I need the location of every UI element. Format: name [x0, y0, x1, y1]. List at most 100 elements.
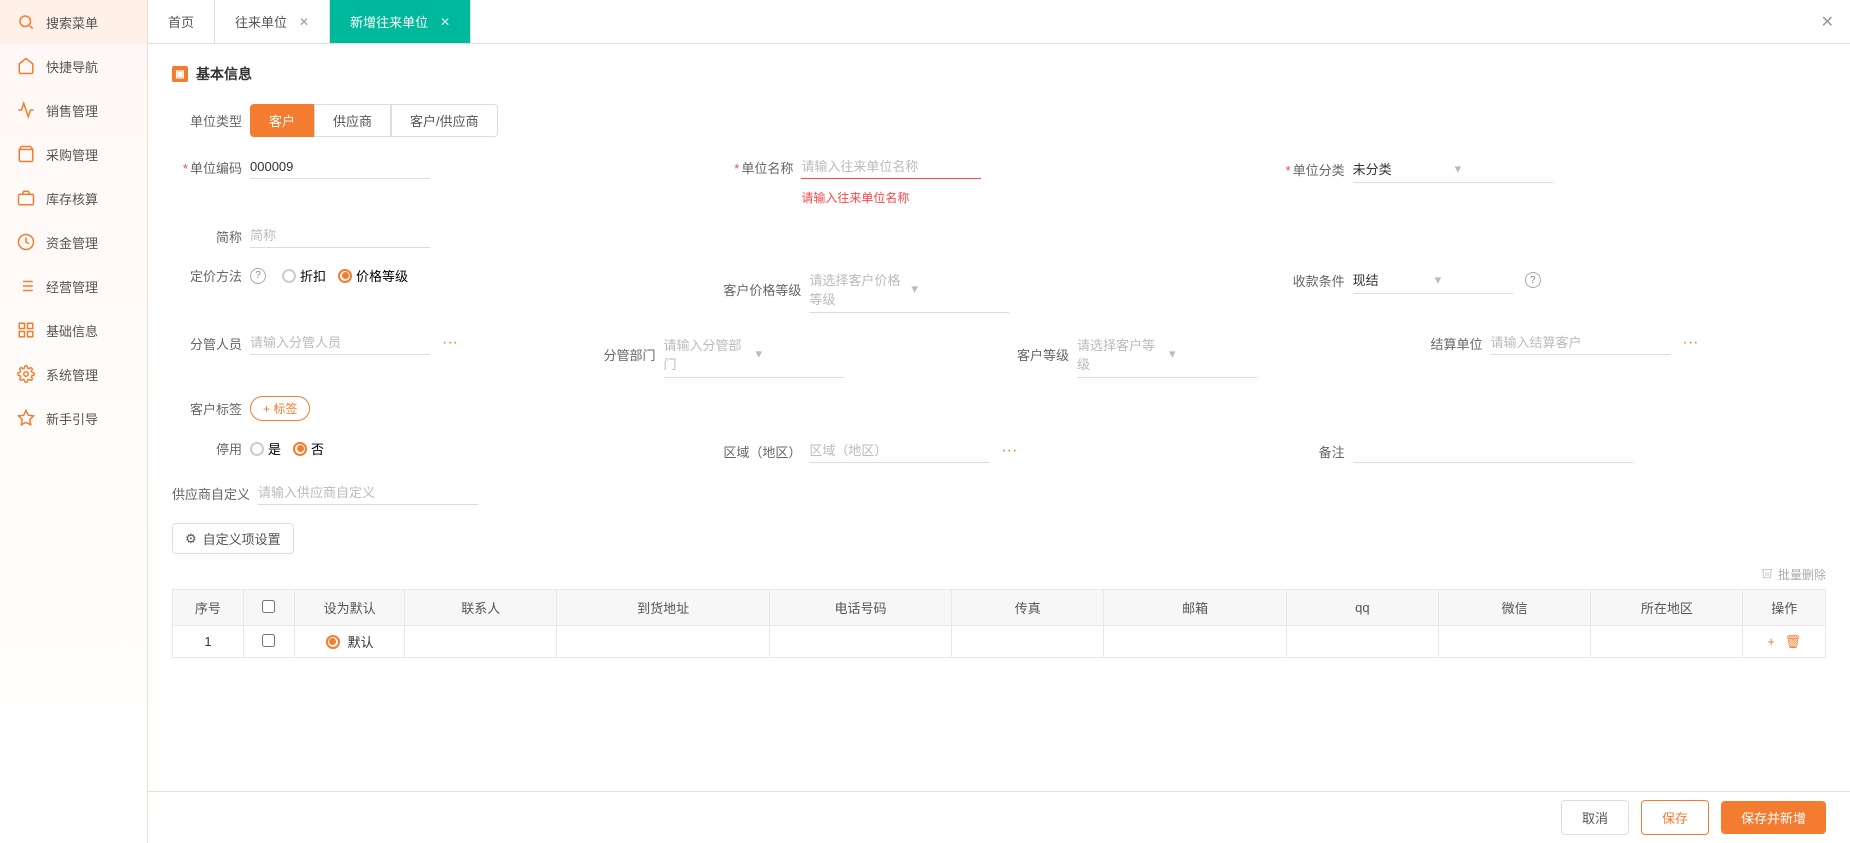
- customer-price-level-select[interactable]: 请选择客户价格等级 ▾: [809, 266, 1009, 313]
- disabled-field: 停用 是 否: [172, 439, 723, 458]
- short-name-input[interactable]: [250, 224, 430, 248]
- gear-icon: [16, 364, 36, 384]
- unit-code-input[interactable]: [250, 155, 430, 179]
- payment-condition-select[interactable]: 现结 ▾: [1353, 266, 1513, 294]
- col-default: 设为默认: [295, 590, 405, 626]
- tab-home-label: 首页: [168, 12, 194, 31]
- supplier-custom-label: 供应商自定义: [172, 484, 250, 503]
- note-input[interactable]: [1353, 439, 1633, 463]
- manager-input[interactable]: [250, 331, 430, 355]
- sidebar-item-finance[interactable]: 资金管理: [0, 220, 147, 264]
- col-region: 所在地区: [1591, 590, 1743, 626]
- customer-price-level-label: 客户价格等级: [723, 280, 801, 299]
- settlement-unit-field: 结算单位 ···: [1413, 331, 1827, 355]
- tag-field: 客户标签 + 标签: [172, 396, 1826, 421]
- coin-icon: [16, 232, 36, 252]
- row-default-radio[interactable]: 默认: [305, 632, 394, 651]
- btn-customer[interactable]: 客户: [250, 104, 314, 137]
- row-email-input[interactable]: [1145, 634, 1245, 649]
- disabled-radio-yes[interactable]: 是: [250, 439, 281, 458]
- short-name-row: 简称: [172, 224, 1826, 248]
- col-phone: 电话号码: [769, 590, 951, 626]
- manager-more-btn[interactable]: ···: [438, 334, 462, 352]
- unit-type-row: 单位类型 客户 供应商 客户/供应商: [172, 104, 1826, 137]
- tab-partner-close[interactable]: ✕: [299, 15, 309, 29]
- row-phone-input[interactable]: [811, 634, 911, 649]
- supplier-custom-input[interactable]: [258, 481, 478, 505]
- sidebar-item-purchase[interactable]: 采购管理: [0, 132, 147, 176]
- tag-label: 客户标签: [172, 399, 242, 418]
- customer-level-select[interactable]: 请选择客户等级 ▾: [1077, 331, 1257, 378]
- disabled-yes-circle: [250, 442, 264, 456]
- region-input[interactable]: [809, 439, 989, 463]
- row-action: + 🗑: [1743, 626, 1826, 658]
- row-wechat-input[interactable]: [1475, 634, 1555, 649]
- payment-condition-value: 现结: [1353, 270, 1431, 289]
- tab-new-partner[interactable]: 新增往来单位 ✕: [330, 0, 471, 43]
- window-close-button[interactable]: ✕: [1805, 0, 1850, 43]
- unit-type-field: 单位类型 客户 供应商 客户/供应商: [172, 104, 1826, 137]
- col-qq: qq: [1286, 590, 1438, 626]
- tab-home[interactable]: 首页: [148, 0, 215, 43]
- tab-partner[interactable]: 往来单位 ✕: [215, 0, 330, 43]
- row-default-label: 默认: [348, 632, 374, 651]
- pricing-help-icon[interactable]: ?: [250, 268, 266, 284]
- save-new-button[interactable]: 保存并新增: [1721, 801, 1826, 834]
- cancel-button[interactable]: 取消: [1561, 800, 1629, 835]
- customer-price-level-field: 客户价格等级 请选择客户价格等级 ▾: [723, 266, 1274, 313]
- unit-category-select[interactable]: 未分类 ▾: [1353, 155, 1553, 183]
- row-add-btn[interactable]: +: [1767, 634, 1775, 649]
- row-fax-input[interactable]: [988, 634, 1068, 649]
- pricing-discount-circle: [282, 269, 296, 283]
- col-contact: 联系人: [405, 590, 557, 626]
- short-name-label: 简称: [172, 227, 242, 246]
- pricing-radio-level[interactable]: 价格等级: [338, 266, 408, 285]
- sidebar-item-inventory[interactable]: 库存核算: [0, 176, 147, 220]
- payment-help-icon[interactable]: ?: [1525, 272, 1541, 288]
- row-region-input[interactable]: [1627, 634, 1707, 649]
- pricing-radio-discount[interactable]: 折扣: [282, 266, 326, 285]
- payment-condition-label: 收款条件: [1275, 271, 1345, 290]
- sidebar-item-basic[interactable]: 基础信息: [0, 308, 147, 352]
- tab-new-partner-close[interactable]: ✕: [440, 15, 450, 29]
- sidebar-item-label: 系统管理: [46, 365, 98, 384]
- department-placeholder: 请输入分管部门: [664, 335, 752, 373]
- row-select[interactable]: [262, 634, 275, 647]
- disabled-label: 停用: [172, 439, 242, 458]
- batch-delete-label[interactable]: 批量删除: [1778, 566, 1826, 583]
- unit-name-error: 请输入往来单位名称: [801, 189, 909, 206]
- btn-supplier[interactable]: 供应商: [314, 104, 391, 137]
- sidebar-item-operations[interactable]: 经营管理: [0, 264, 147, 308]
- save-button[interactable]: 保存: [1641, 800, 1709, 835]
- custom-setting-button[interactable]: ⚙ 自定义项设置: [172, 523, 294, 554]
- row-qq-input[interactable]: [1322, 634, 1402, 649]
- btn-both[interactable]: 客户/供应商: [391, 104, 498, 137]
- sidebar-item-newbie[interactable]: 新手引导: [0, 396, 147, 440]
- row-contact: [405, 626, 557, 658]
- region-more-btn[interactable]: ···: [997, 442, 1021, 460]
- row-contact-input[interactable]: [441, 634, 521, 649]
- disabled-radio-no[interactable]: 否: [293, 439, 324, 458]
- settlement-unit-input[interactable]: [1491, 331, 1671, 355]
- sidebar-item-quicknav[interactable]: 快捷导航: [0, 44, 147, 88]
- tabbar: 首页 往来单位 ✕ 新增往来单位 ✕ ✕: [148, 0, 1850, 44]
- unit-category-field: *单位分类 未分类 ▾: [1275, 155, 1826, 183]
- grid-icon: [16, 320, 36, 340]
- sidebar-item-sales[interactable]: 销售管理: [0, 88, 147, 132]
- note-label: 备注: [1275, 442, 1345, 461]
- col-action: 操作: [1743, 590, 1826, 626]
- row-qq: [1286, 626, 1438, 658]
- table-select-all[interactable]: [262, 600, 275, 613]
- row-delete-btn[interactable]: 🗑: [1785, 634, 1802, 649]
- sidebar-item-search[interactable]: 搜索菜单: [0, 0, 147, 44]
- col-no: 序号: [173, 590, 244, 626]
- settlement-unit-more-btn[interactable]: ···: [1679, 334, 1703, 352]
- col-checkbox: [243, 590, 294, 626]
- add-tag-button[interactable]: + 标签: [250, 396, 310, 421]
- unit-name-input[interactable]: [801, 155, 981, 179]
- department-select[interactable]: 请输入分管部门 ▾: [664, 331, 844, 378]
- sidebar-item-system[interactable]: 系统管理: [0, 352, 147, 396]
- form-area: ▣ 基本信息 单位类型 客户 供应商 客户/供应商 *单位编码 *单位: [148, 44, 1850, 791]
- row-default-circle: [326, 635, 340, 649]
- row-address-input[interactable]: [603, 634, 723, 649]
